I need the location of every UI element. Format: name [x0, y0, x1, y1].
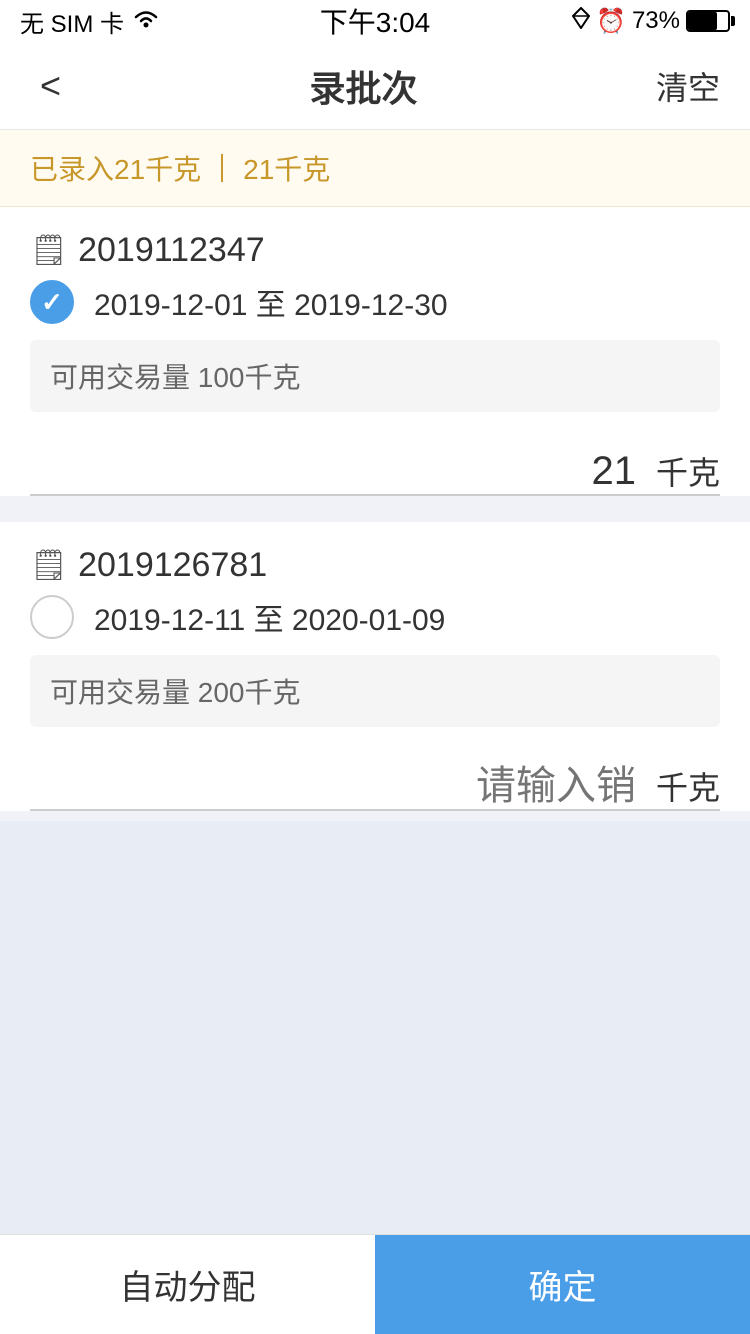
- auto-distribute-button[interactable]: 自动分配: [0, 1235, 375, 1334]
- batch-date-row-1: 2019-12-01 至 2019-12-30: [30, 280, 720, 324]
- doc-icon-1: 🗒: [30, 233, 68, 268]
- radio-1[interactable]: [30, 280, 74, 324]
- doc-icon-2: 🗒: [30, 548, 68, 583]
- batch-id-1: 2019112347: [78, 231, 265, 270]
- wifi-icon: [132, 7, 160, 36]
- batch-id-2: 2019126781: [78, 546, 267, 585]
- status-time: 下午3:04: [320, 1, 431, 41]
- batch-date-row-2: 2019-12-11 至 2020-01-09: [30, 595, 720, 639]
- battery-percent: 73%: [632, 7, 680, 35]
- quantity-underline-2: [30, 809, 720, 811]
- confirm-button[interactable]: 确定: [375, 1235, 750, 1334]
- status-left: 无 SIM 卡: [20, 4, 160, 39]
- status-right: ⏰ 73%: [572, 7, 730, 36]
- batch-date-2: 2019-12-11 至 2020-01-09: [94, 595, 445, 639]
- quantity-unit-1: 千克: [656, 448, 720, 494]
- carrier-label: 无 SIM 卡: [20, 4, 124, 39]
- batch-available-1: 可用交易量 100千克: [30, 340, 720, 412]
- status-bar: 无 SIM 卡 下午3:04 ⏰ 73%: [0, 0, 750, 42]
- batch-date-1: 2019-12-01 至 2019-12-30: [94, 280, 448, 324]
- quantity-underline-1: [30, 494, 720, 496]
- batch-header-1: 🗒 2019112347: [30, 231, 720, 270]
- info-divider: [221, 154, 223, 182]
- alarm-icon: ⏰: [596, 7, 626, 36]
- batch-available-2: 可用交易量 200千克: [30, 655, 720, 727]
- batch-item-2: 🗒 2019126781 2019-12-11 至 2020-01-09: [0, 522, 750, 639]
- quantity-unit-2: 千克: [656, 763, 720, 809]
- location-icon: [572, 7, 590, 36]
- bottom-bar: 自动分配 确定: [0, 1234, 750, 1334]
- clear-button[interactable]: 清空: [656, 63, 720, 109]
- batch-item-1: 🗒 2019112347 2019-12-01 至 2019-12-30: [0, 207, 750, 324]
- quantity-row-1: 千克: [0, 432, 750, 494]
- info-amount: 21千克: [243, 148, 330, 188]
- battery-icon: [686, 10, 730, 32]
- nav-bar: < 录批次 清空: [0, 42, 750, 130]
- recorded-label: 已录入21千克: [30, 148, 201, 188]
- info-banner: 已录入21千克 21千克: [0, 130, 750, 207]
- quantity-input-1[interactable]: [476, 449, 636, 494]
- batch-card-2: 🗒 2019126781 2019-12-11 至 2020-01-09 可用交…: [0, 522, 750, 811]
- empty-area: [0, 821, 750, 1261]
- quantity-input-2[interactable]: [476, 764, 636, 809]
- back-button[interactable]: <: [30, 55, 71, 117]
- batch-header-2: 🗒 2019126781: [30, 546, 720, 585]
- page-title: 录批次: [310, 60, 418, 112]
- batch-card-1: 🗒 2019112347 2019-12-01 至 2019-12-30 可用交…: [0, 207, 750, 496]
- radio-2[interactable]: [30, 595, 74, 639]
- card-divider: [0, 506, 750, 522]
- quantity-row-2: 千克: [0, 747, 750, 809]
